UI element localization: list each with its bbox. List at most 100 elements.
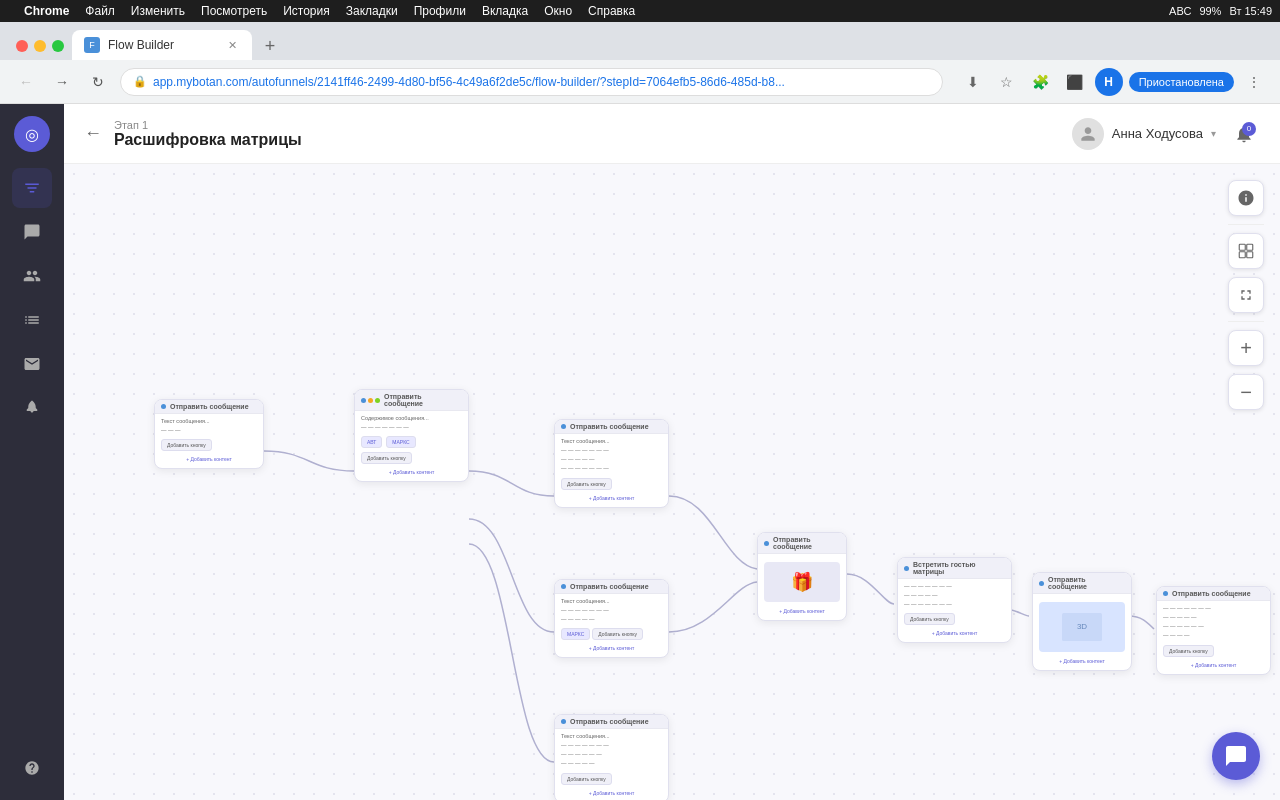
address-bar: ← → ↻ 🔒 app.mybotan.com/autofunnels/2141… [0,60,1280,104]
menu-help[interactable]: Справка [588,4,635,18]
active-tab[interactable]: F Flow Builder ✕ [72,30,252,60]
flow-node-9[interactable]: Отправить сообщение — — — — — — — — — — … [1156,586,1271,675]
node-1-add-btn[interactable]: Добавить кнопку [161,439,212,451]
notification-btn[interactable]: 0 [1228,118,1260,150]
node-1-title: Отправить сообщение [170,403,249,410]
fullscreen-btn[interactable] [1228,277,1264,313]
menu-bookmarks[interactable]: Закладки [346,4,398,18]
node-3-add-btn[interactable]: Добавить кнопку [561,478,612,490]
node-2-add-btn[interactable]: Добавить кнопку [361,452,412,464]
user-info[interactable]: Анна Ходусова ▾ [1072,118,1216,150]
new-tab-btn[interactable]: + [256,32,284,60]
paused-btn[interactable]: Приостановлена [1129,72,1234,92]
flow-canvas[interactable]: Отправить сообщение Текст сообщения... —… [64,164,1280,800]
sidebar-item-mail[interactable] [12,344,52,384]
menu-history[interactable]: История [283,4,330,18]
sidebar-item-chat[interactable] [12,212,52,252]
main-content: ← Этап 1 Расшифровка матрицы Анна Ходусо… [64,104,1280,800]
node-2-opt1[interactable]: АВТ [361,436,382,448]
maximize-window-btn[interactable] [52,40,64,52]
menu-window[interactable]: Окно [544,4,572,18]
sidebar-item-rocket[interactable] [12,388,52,428]
flow-node-4[interactable]: Отправить сообщение Текст сообщения... —… [554,579,669,658]
node-9-content-btn[interactable]: + Добавить контент [1163,660,1264,670]
svg-rect-4 [1239,252,1245,258]
back-button[interactable]: ← [84,123,102,144]
node-9-body: — — — — — — — — — — — — — — — — — — — — … [1157,601,1270,674]
node-9-header: Отправить сообщение [1157,587,1270,601]
extensions-btn[interactable]: 🧩 [1027,68,1055,96]
sidebar-logo: ◎ [14,116,50,152]
node-1-content-btn[interactable]: + Добавить контент [161,454,257,464]
node-3-header: Отправить сообщение [555,420,668,434]
user-chevron-icon: ▾ [1211,128,1216,139]
sidebar: ◎ [0,104,64,800]
flow-node-8[interactable]: Отправить сообщение 3D + Добавить контен… [1032,572,1132,671]
flow-node-3[interactable]: Отправить сообщение Текст сообщения... —… [554,419,669,508]
tab-bar: F Flow Builder ✕ + [0,22,1280,60]
node-2-content-btn[interactable]: + Добавить контент [361,467,462,477]
node-6-content-btn[interactable]: + Добавить контент [764,606,840,616]
page-title: Расшифровка матрицы [114,131,302,149]
download-btn[interactable]: ⬇ [959,68,987,96]
node-8-body: 3D + Добавить контент [1033,594,1131,670]
menu-dots-btn[interactable]: ⋮ [1240,68,1268,96]
back-btn[interactable]: ← [12,68,40,96]
minimize-window-btn[interactable] [34,40,46,52]
app-layout: ◎ [0,104,1280,800]
node-4-option[interactable]: МАРКС [561,628,590,640]
node-1-header: Отправить сообщение [155,400,263,414]
puzzle-btn[interactable]: ⬛ [1061,68,1089,96]
node-7-body: — — — — — — — — — — — — — — — — — — — До… [898,579,1011,642]
sidebar-item-filter[interactable] [12,168,52,208]
sidebar-item-help[interactable] [12,748,52,788]
svg-rect-3 [1247,244,1253,250]
add-node-btn[interactable] [1228,233,1264,269]
flow-node-6[interactable]: Отправить сообщение 🎁 + Добавить контент [757,532,847,621]
node-4-add-btn[interactable]: Добавить кнопку [592,628,643,640]
menu-view[interactable]: Посмотреть [201,4,267,18]
node-2-opt2[interactable]: МАРКС [386,436,415,448]
node-7-content-btn[interactable]: + Добавить контент [904,628,1005,638]
sidebar-item-analytics[interactable] [12,300,52,340]
zoom-out-btn[interactable]: − [1228,374,1264,410]
node-5-add-btn[interactable]: Добавить кнопку [561,773,612,785]
node-5-content-btn[interactable]: + Добавить контент [561,788,662,798]
menu-edit[interactable]: Изменить [131,4,185,18]
menu-tab[interactable]: Вкладка [482,4,528,18]
menubar: Chrome Файл Изменить Посмотреть История … [0,0,1280,22]
app-menu-chrome[interactable]: Chrome [24,4,69,18]
profile-btn[interactable]: Н [1095,68,1123,96]
node-2-title: Отправить сообщение [384,393,462,407]
node-8-content-btn[interactable]: + Добавить контент [1039,656,1125,666]
node-9-add-btn[interactable]: Добавить кнопку [1163,645,1214,657]
node-8-title: Отправить сообщение [1048,576,1125,590]
flow-node-1[interactable]: Отправить сообщение Текст сообщения... —… [154,399,264,469]
browser-actions: ⬇ ☆ 🧩 ⬛ Н Приостановлена ⋮ [959,68,1268,96]
hint-btn[interactable] [1228,180,1264,216]
flow-node-5[interactable]: Отправить сообщение Текст сообщения... —… [554,714,669,800]
flow-node-7[interactable]: Встретить гостью матрицы — — — — — — — —… [897,557,1012,643]
menu-profiles[interactable]: Профили [414,4,466,18]
svg-rect-2 [1239,244,1245,250]
menubar-time: Вт 15:49 [1229,5,1272,17]
close-window-btn[interactable] [16,40,28,52]
forward-btn[interactable]: → [48,68,76,96]
zoom-in-btn[interactable]: + [1228,330,1264,366]
node-9-title: Отправить сообщение [1172,590,1251,597]
lock-icon: 🔒 [133,75,147,88]
node-3-content-btn[interactable]: + Добавить контент [561,493,662,503]
refresh-btn[interactable]: ↻ [84,68,112,96]
menu-file[interactable]: Файл [85,4,115,18]
node-4-content-btn[interactable]: + Добавить контент [561,643,662,653]
url-bar[interactable]: 🔒 app.mybotan.com/autofunnels/2141ff46-2… [120,68,943,96]
sidebar-item-users[interactable] [12,256,52,296]
node-8-header: Отправить сообщение [1033,573,1131,594]
bookmark-btn[interactable]: ☆ [993,68,1021,96]
tab-title: Flow Builder [108,38,174,52]
flow-node-2[interactable]: Отправить сообщение Содержимое сообщения… [354,389,469,482]
chat-support-btn[interactable] [1212,732,1260,780]
node-4-header: Отправить сообщение [555,580,668,594]
tab-close-btn[interactable]: ✕ [224,37,240,53]
node-7-add-btn[interactable]: Добавить кнопку [904,613,955,625]
